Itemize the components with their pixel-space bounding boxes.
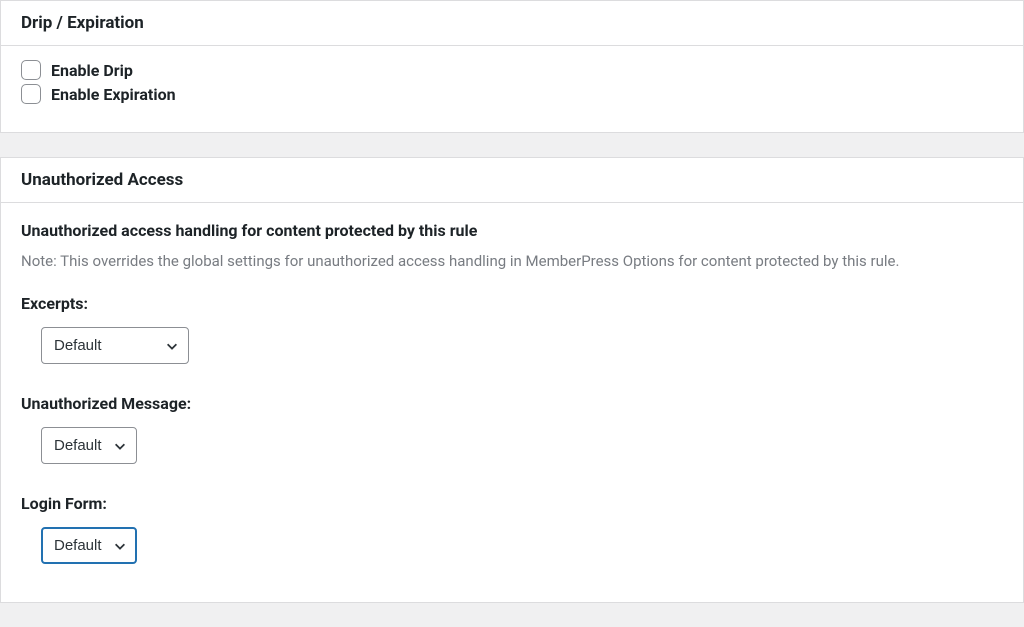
- unauthorized-access-header: Unauthorized Access: [1, 158, 1023, 203]
- unauthorized-access-body: Unauthorized access handling for content…: [1, 203, 1023, 602]
- drip-expiration-panel: Drip / Expiration Enable Drip Enable Exp…: [0, 0, 1024, 133]
- unauthorized-access-panel: Unauthorized Access Unauthorized access …: [0, 157, 1024, 603]
- enable-expiration-checkbox[interactable]: [21, 84, 41, 104]
- unauthorized-message-field: Unauthorized Message: Default: [21, 394, 1003, 464]
- enable-drip-checkbox[interactable]: [21, 60, 41, 80]
- unauthorized-message-select[interactable]: Default: [41, 427, 137, 464]
- unauthorized-message-label: Unauthorized Message:: [21, 394, 1003, 413]
- unauthorized-subheading: Unauthorized access handling for content…: [21, 221, 1003, 240]
- excerpts-select-wrap: Default: [41, 327, 189, 364]
- enable-drip-row: Enable Drip: [21, 60, 1003, 80]
- enable-expiration-row: Enable Expiration: [21, 84, 1003, 104]
- login-form-select[interactable]: Default: [41, 527, 137, 564]
- login-form-label: Login Form:: [21, 494, 1003, 513]
- login-form-field: Login Form: Default: [21, 494, 1003, 564]
- drip-expiration-header: Drip / Expiration: [1, 1, 1023, 46]
- excerpts-field: Excerpts: Default: [21, 294, 1003, 364]
- unauthorized-message-select-wrap: Default: [41, 427, 137, 464]
- enable-expiration-label[interactable]: Enable Expiration: [51, 85, 176, 104]
- login-form-select-wrap: Default: [41, 527, 137, 564]
- excerpts-select[interactable]: Default: [41, 327, 189, 364]
- enable-drip-label[interactable]: Enable Drip: [51, 61, 133, 80]
- drip-expiration-body: Enable Drip Enable Expiration: [1, 46, 1023, 132]
- drip-expiration-title: Drip / Expiration: [21, 13, 1003, 33]
- excerpts-label: Excerpts:: [21, 294, 1003, 313]
- unauthorized-note: Note: This overrides the global settings…: [21, 252, 1003, 270]
- unauthorized-access-title: Unauthorized Access: [21, 170, 1003, 190]
